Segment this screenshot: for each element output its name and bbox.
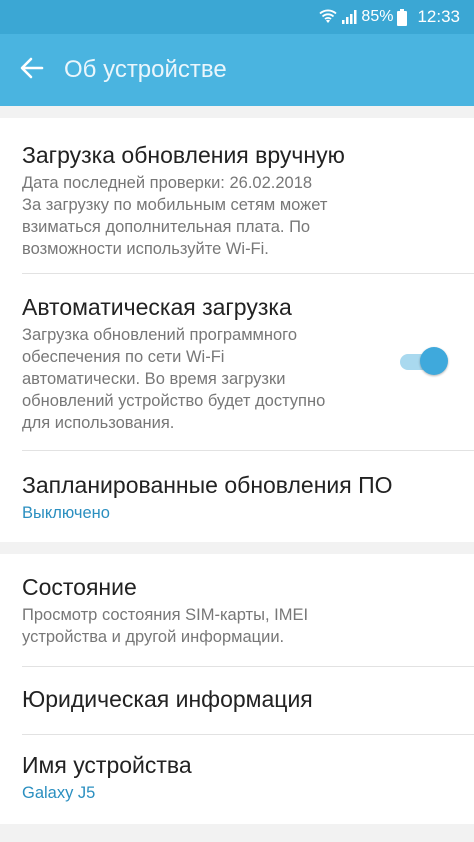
status-bar: 85% 12:33 xyxy=(0,0,474,34)
item-status: Выключено xyxy=(22,504,110,522)
back-button[interactable] xyxy=(0,34,64,106)
divider xyxy=(22,734,474,735)
signal-icon xyxy=(341,9,357,25)
device-name-item[interactable]: Имя устройства Galaxy J5 xyxy=(0,750,474,804)
item-title: Имя устройства xyxy=(22,752,192,778)
legal-info-item[interactable]: Юридическая информация xyxy=(0,684,474,714)
item-title: Запланированные обновления ПО xyxy=(22,472,393,498)
manual-update-item[interactable]: Загрузка обновления вручную Дата последн… xyxy=(0,140,474,260)
device-name-value: Galaxy J5 xyxy=(22,784,96,802)
item-subtitle: Просмотр состояния SIM-карты, IMEI устро… xyxy=(22,606,309,646)
device-info-section: Состояние Просмотр состояния SIM-карты, … xyxy=(0,554,474,824)
software-update-section: Загрузка обновления вручную Дата последн… xyxy=(0,118,474,542)
divider xyxy=(22,450,474,451)
toggle-thumb xyxy=(420,347,448,375)
clock: 12:33 xyxy=(417,7,460,26)
battery-icon xyxy=(397,8,408,26)
item-title: Состояние xyxy=(22,574,137,600)
item-title: Автоматическая загрузка xyxy=(22,294,292,320)
divider xyxy=(22,273,474,274)
divider xyxy=(22,666,474,667)
item-subtitle: Загрузка обновлений программного обеспеч… xyxy=(22,326,326,432)
page-title: Об устройстве xyxy=(64,56,227,83)
battery-percent: 85% xyxy=(361,8,394,25)
back-arrow-icon xyxy=(20,57,44,84)
item-title: Загрузка обновления вручную xyxy=(22,142,345,168)
item-title: Юридическая информация xyxy=(22,686,313,712)
app-bar: Об устройстве xyxy=(0,34,474,106)
status-item[interactable]: Состояние Просмотр состояния SIM-карты, … xyxy=(0,572,474,648)
wifi-icon xyxy=(319,9,338,25)
item-subtitle: Дата последней проверки: 26.02.2018 За з… xyxy=(22,174,328,258)
auto-download-toggle[interactable] xyxy=(398,345,450,379)
scheduled-updates-item[interactable]: Запланированные обновления ПО Выключено xyxy=(0,470,474,524)
